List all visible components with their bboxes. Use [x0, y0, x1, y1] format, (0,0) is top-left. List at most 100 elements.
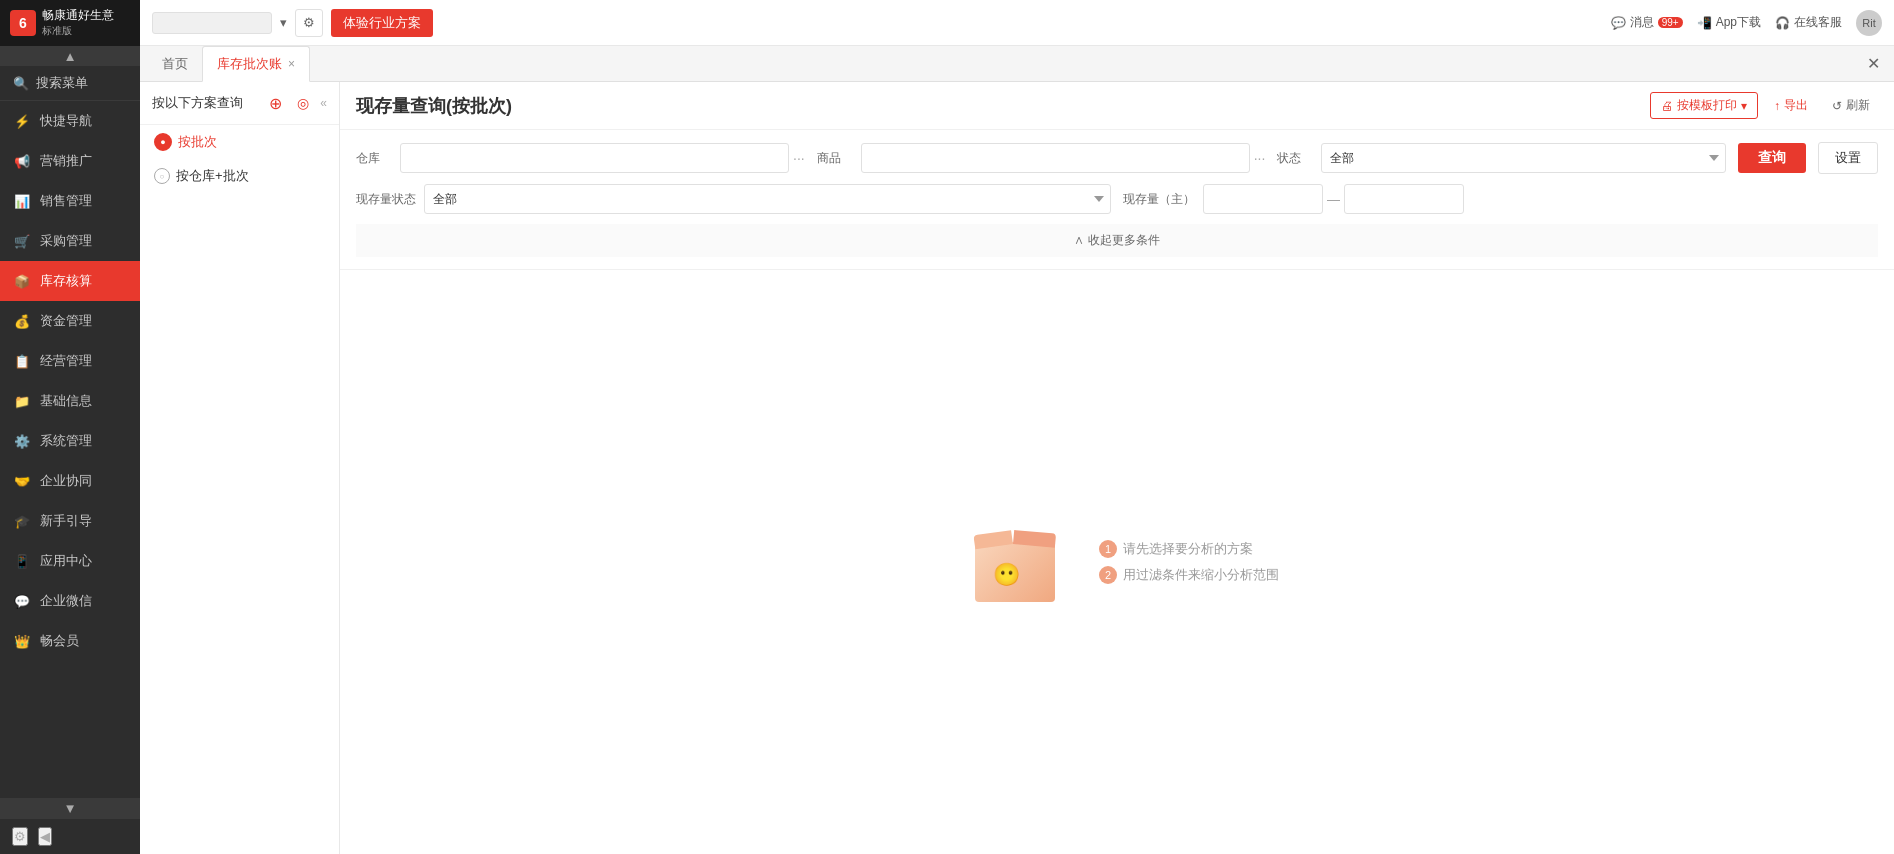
empty-hint-2: 2 用过滤条件来缩小分析范围	[1099, 566, 1279, 584]
operations-icon: 📋	[12, 351, 32, 371]
tab-close-icon[interactable]: ×	[288, 57, 295, 71]
print-button[interactable]: 🖨 按模板打印 ▾	[1650, 92, 1758, 119]
sidebar-settings-button[interactable]: ⚙	[12, 827, 28, 846]
scheme-item-warehouse-batch[interactable]: ○ 按仓库+批次	[140, 159, 339, 193]
sidebar-item-label: 采购管理	[40, 232, 92, 250]
warehouse-input[interactable]	[400, 143, 789, 173]
messages-label: 消息	[1630, 14, 1654, 31]
online-service-link[interactable]: 🎧 在线客服	[1775, 14, 1842, 31]
goods-input[interactable]	[861, 143, 1250, 173]
stock-qty-from-input[interactable]	[1203, 184, 1323, 214]
industry-solution-button[interactable]: 体验行业方案	[331, 9, 433, 37]
printer-icon: 🖨	[1661, 99, 1673, 113]
gear-icon: ⚙	[303, 15, 315, 30]
user-avatar[interactable]: Rit	[1856, 10, 1882, 36]
filter-group-stock-qty: 现存量（主） —	[1123, 184, 1878, 214]
scheme-item-batch[interactable]: ● 按批次	[140, 125, 339, 159]
sidebar-item-quick-nav[interactable]: ⚡ 快捷导航	[0, 101, 140, 141]
left-panel-title: 按以下方案查询	[152, 94, 243, 112]
topbar-right: 💬 消息 99+ 📲 App下载 🎧 在线客服 Rit	[1611, 10, 1882, 36]
warehouse-dots[interactable]: ···	[793, 150, 805, 166]
sidebar: 6 畅康通好生意 标准版 ▲ 🔍 搜索菜单 ⚡ 快捷导航 📢 营销推广 📊 销售…	[0, 0, 140, 854]
inventory-icon: 📦	[12, 271, 32, 291]
scheme-settings-button[interactable]: ◎	[292, 92, 314, 114]
scheme-icon-batch: ●	[154, 133, 172, 151]
sidebar-item-enterprise[interactable]: 🤝 企业协同	[0, 461, 140, 501]
sidebar-item-label: 应用中心	[40, 552, 92, 570]
print-label: 按模板打印	[1677, 97, 1737, 114]
sidebar-item-search[interactable]: 🔍 搜索菜单	[0, 66, 140, 101]
app-logo: 6	[10, 10, 36, 36]
scheme-label-warehouse-batch: 按仓库+批次	[176, 167, 249, 185]
page-title: 现存量查询(按批次)	[356, 94, 512, 118]
sidebar-scroll-up[interactable]: ▲	[0, 46, 140, 66]
stock-qty-dash: —	[1327, 192, 1340, 207]
sidebar-item-new-guide[interactable]: 🎓 新手引导	[0, 501, 140, 541]
sidebar-header: 6 畅康通好生意 标准版	[0, 0, 140, 46]
sidebar-item-base-info[interactable]: 📁 基础信息	[0, 381, 140, 421]
topbar-search-input[interactable]	[152, 12, 272, 34]
app-download-link[interactable]: 📲 App下载	[1697, 14, 1761, 31]
topbar-left: ▾ ⚙ 体验行业方案	[152, 9, 1603, 37]
left-panel-collapse-button[interactable]: «	[320, 96, 327, 110]
topbar-settings-button[interactable]: ⚙	[295, 9, 323, 37]
sidebar-item-system[interactable]: ⚙️ 系统管理	[0, 421, 140, 461]
status-select[interactable]: 全部 启用 停用	[1321, 143, 1726, 173]
scheme-add-button[interactable]: ⊕	[264, 92, 286, 114]
online-service-label: 在线客服	[1794, 14, 1842, 31]
filter-settings-button[interactable]: 设置	[1818, 142, 1878, 174]
tab-bar-close-button[interactable]: ✕	[1861, 52, 1886, 75]
refresh-button[interactable]: ↺ 刷新	[1824, 93, 1878, 118]
chevron-down-icon: ▾	[280, 15, 287, 30]
main-area: ▾ ⚙ 体验行业方案 💬 消息 99+ 📲 App下载 🎧 在线客服 Rit	[140, 0, 1894, 854]
page-header-actions: 🖨 按模板打印 ▾ ↑ 导出 ↺ 刷新	[1650, 92, 1878, 119]
export-label: 导出	[1784, 97, 1808, 114]
sidebar-item-label: 经营管理	[40, 352, 92, 370]
sidebar-collapse-button[interactable]: ◀	[38, 827, 52, 846]
scheme-icon-warehouse-batch: ○	[154, 168, 170, 184]
sidebar-item-marketing[interactable]: 📢 营销推广	[0, 141, 140, 181]
system-icon: ⚙️	[12, 431, 32, 451]
stock-qty-to-input[interactable]	[1344, 184, 1464, 214]
sidebar-item-app-center[interactable]: 📱 应用中心	[0, 541, 140, 581]
messages-badge: 99+	[1658, 17, 1683, 28]
settings-circle-icon: ◎	[297, 95, 309, 111]
query-button[interactable]: 查询	[1738, 143, 1806, 173]
filter-group-status: 状态 全部 启用 停用	[1277, 143, 1726, 173]
sidebar-item-label: 基础信息	[40, 392, 92, 410]
stock-status-select[interactable]: 全部 有库存 零库存	[424, 184, 1111, 214]
headset-icon: 🎧	[1775, 16, 1790, 30]
sidebar-scroll-down[interactable]: ▼	[0, 798, 140, 818]
messages-link[interactable]: 💬 消息 99+	[1611, 14, 1683, 31]
sidebar-item-inventory[interactable]: 📦 库存核算	[0, 261, 140, 301]
enterprise-wx-icon: 💬	[12, 591, 32, 611]
sidebar-item-vip[interactable]: 👑 畅会员	[0, 621, 140, 661]
tab-home[interactable]: 首页	[148, 47, 202, 81]
tab-inventory-batch[interactable]: 库存批次账 ×	[202, 46, 310, 82]
search-icon: 🔍	[12, 74, 30, 92]
export-button[interactable]: ↑ 导出	[1766, 93, 1816, 118]
sidebar-item-label: 资金管理	[40, 312, 92, 330]
sidebar-item-enterprise-wx[interactable]: 💬 企业微信	[0, 581, 140, 621]
sidebar-item-label: 新手引导	[40, 512, 92, 530]
scheme-label-batch: 按批次	[178, 133, 217, 151]
app-download-label: App下载	[1716, 14, 1761, 31]
stock-status-label: 现存量状态	[356, 191, 416, 208]
finance-icon: 💰	[12, 311, 32, 331]
filter-group-goods: 商品 ···	[817, 143, 1266, 173]
collapse-more-conditions[interactable]: ∧ 收起更多条件	[356, 224, 1878, 257]
quick-nav-icon: ⚡	[12, 111, 32, 131]
stock-qty-label: 现存量（主）	[1123, 191, 1195, 208]
tab-bar: 首页 库存批次账 × ✕	[140, 46, 1894, 82]
hint-number-2: 2	[1099, 566, 1117, 584]
goods-dots[interactable]: ···	[1254, 150, 1266, 166]
sidebar-item-finance[interactable]: 💰 资金管理	[0, 301, 140, 341]
empty-state: 😶 1 请先选择要分析的方案 2 用过滤条件来缩小分析范围	[340, 270, 1894, 854]
sidebar-item-purchase[interactable]: 🛒 采购管理	[0, 221, 140, 261]
sidebar-item-sales[interactable]: 📊 销售管理	[0, 181, 140, 221]
topbar-dropdown-button[interactable]: ▾	[280, 15, 287, 30]
home-tab-label: 首页	[162, 55, 188, 73]
sidebar-item-operations[interactable]: 📋 经营管理	[0, 341, 140, 381]
app-title-block: 畅康通好生意 标准版	[42, 8, 114, 38]
filter-area: 仓库 ··· 商品 ··· 状态 全部 启用 停用	[340, 130, 1894, 270]
